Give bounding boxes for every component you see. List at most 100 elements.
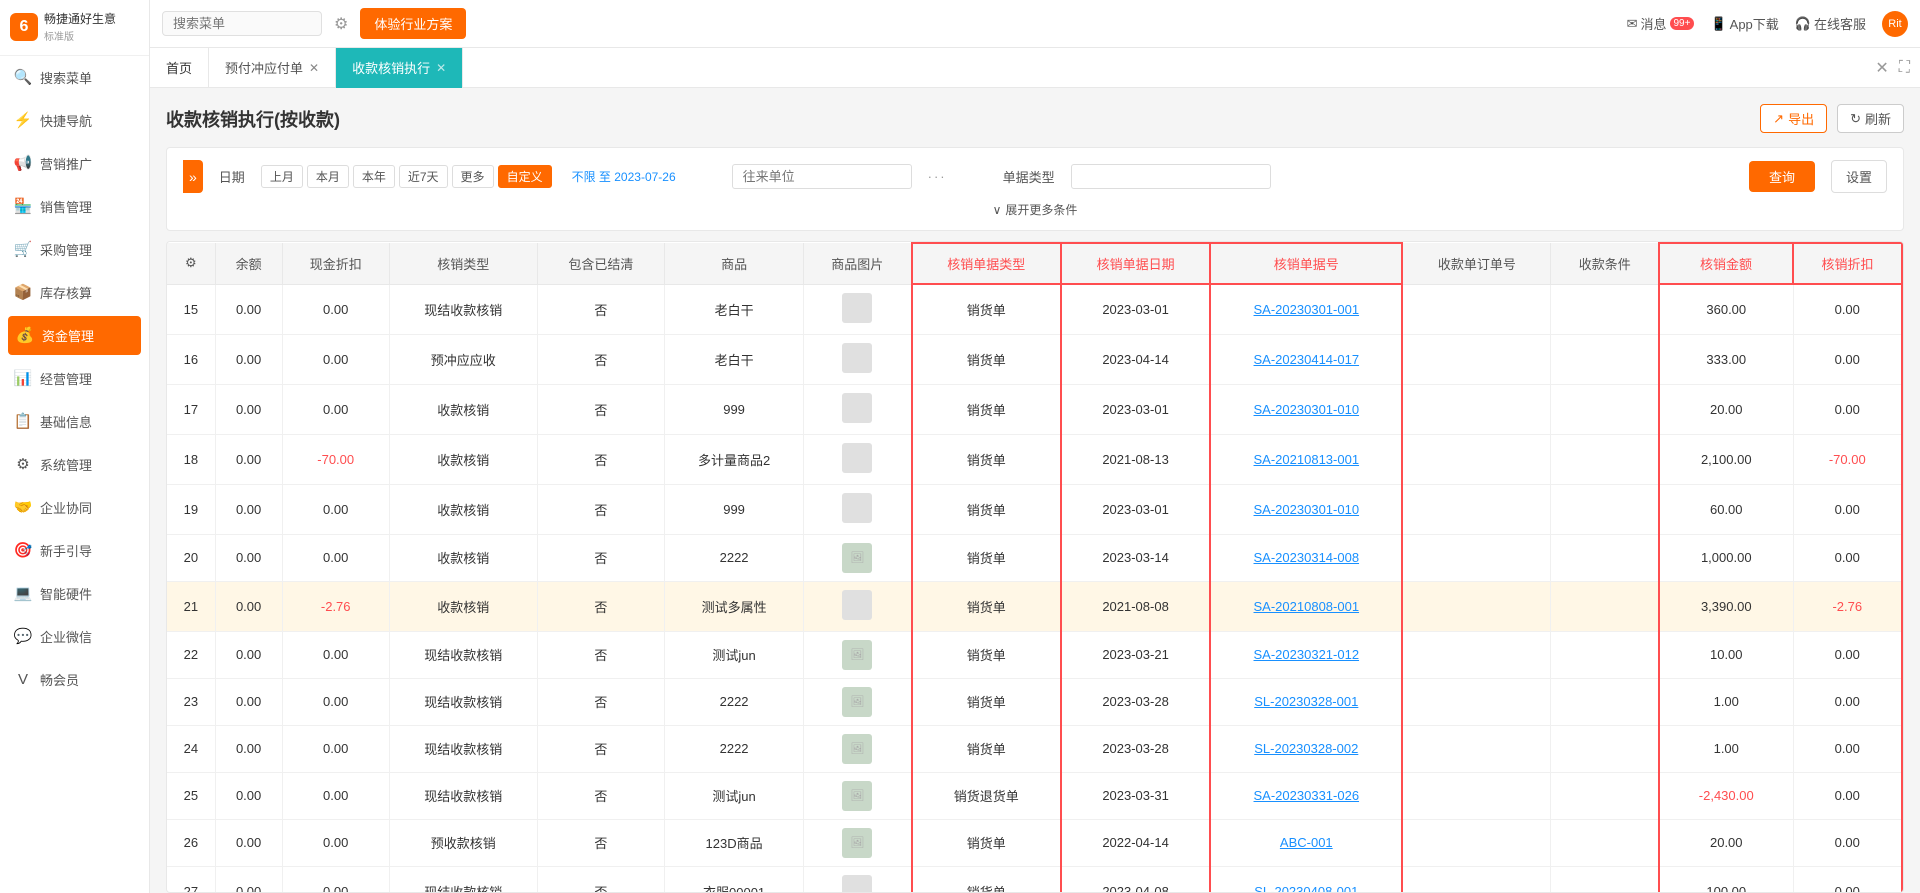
link-verify_bill_no[interactable]: SA-20230314-008 — [1254, 550, 1360, 565]
sidebar-item-system[interactable]: ⚙系统管理 — [0, 443, 149, 486]
cell-verify_discount: 0.00 — [1793, 631, 1902, 678]
cell-verify_bill_no[interactable]: SL-20230328-001 — [1210, 678, 1402, 725]
sidebar-item-member[interactable]: V畅会员 — [0, 658, 149, 701]
sidebar-item-purchase[interactable]: 🛒采购管理 — [0, 228, 149, 271]
cell-verify_bill_no[interactable]: SA-20210808-001 — [1210, 581, 1402, 631]
tab-close-all-icon[interactable]: ✕ — [1875, 58, 1888, 78]
cell-verify_bill_no[interactable]: SA-20230321-012 — [1210, 631, 1402, 678]
sidebar-item-sales[interactable]: 🏪销售管理 — [0, 185, 149, 228]
date-btn-custom[interactable]: 自定义 — [498, 165, 552, 188]
cell-verify_amount: 1.00 — [1659, 678, 1793, 725]
tab-collection[interactable]: 收款核销执行 ✕ — [336, 48, 463, 88]
sidebar-item-basic[interactable]: 📋基础信息 — [0, 400, 149, 443]
message-area[interactable]: ✉ 消息 99+ — [1627, 14, 1695, 33]
link-verify_bill_no[interactable]: SA-20230414-017 — [1254, 352, 1360, 367]
sidebar-item-hardware[interactable]: 💻智能硬件 — [0, 572, 149, 615]
settings-button[interactable]: 设置 — [1831, 160, 1887, 193]
tab-expand-icon[interactable]: ⛶ — [1899, 59, 1910, 77]
gear-icon[interactable]: ⚙ — [334, 14, 348, 34]
online-service-link[interactable]: 🎧 在线客服 — [1795, 14, 1866, 33]
expand-more-btn[interactable]: ∨ 展开更多条件 — [183, 201, 1887, 218]
cell-balance: 0.00 — [215, 434, 282, 484]
cell-include_settled: 否 — [537, 725, 665, 772]
message-icon: ✉ — [1627, 16, 1638, 32]
cell-verify_bill_no[interactable]: SA-20230301-001 — [1210, 284, 1402, 334]
cell-verify_bill_no[interactable]: SA-20230301-010 — [1210, 384, 1402, 434]
inventory-icon: 📦 — [14, 283, 32, 301]
date-btn-more[interactable]: 更多 — [452, 165, 494, 188]
sidebar-item-search[interactable]: 🔍搜索菜单 — [0, 56, 149, 99]
product-image — [842, 493, 872, 523]
cell-verify_bill_no[interactable]: SL-20230408-001 — [1210, 866, 1402, 893]
cell-verify_bill_date: 2023-03-21 — [1061, 631, 1210, 678]
col-header-verify_type: 核销类型 — [389, 243, 537, 284]
date-range-display: 不限 至 2023-07-26 — [572, 168, 676, 185]
tab-prepay[interactable]: 预付冲应付单 ✕ — [209, 48, 336, 88]
cell-verify_amount: 20.00 — [1659, 819, 1793, 866]
link-verify_bill_no[interactable]: SA-20230301-010 — [1254, 402, 1360, 417]
sidebar-item-guide[interactable]: 🎯新手引导 — [0, 529, 149, 572]
cell-verify_bill_no[interactable]: SA-20230301-010 — [1210, 484, 1402, 534]
date-btn-this-month[interactable]: 本月 — [307, 165, 349, 188]
cell-verify_bill_no[interactable]: ABC-001 — [1210, 819, 1402, 866]
cell-balance: 0.00 — [215, 484, 282, 534]
data-table-container: ⚙余额现金折扣核销类型包含已结清商品商品图片核销单据类型核销单据日期核销单据号收… — [166, 241, 1904, 893]
link-verify_bill_no[interactable]: SL-20230328-002 — [1254, 741, 1358, 756]
counterparty-input[interactable] — [732, 164, 912, 189]
cell-include_settled: 否 — [537, 284, 665, 334]
cell-verify_bill_no[interactable]: SA-20210813-001 — [1210, 434, 1402, 484]
link-verify_bill_no[interactable]: ABC-001 — [1280, 835, 1333, 850]
sidebar-item-finance[interactable]: 💰资金管理 — [8, 316, 141, 355]
tab-home[interactable]: 首页 — [150, 48, 209, 88]
purchase-icon: 🛒 — [14, 240, 32, 258]
cell-cash_discount: 0.00 — [282, 819, 389, 866]
export-icon: ↗ — [1773, 111, 1784, 127]
cell-verify_bill_no[interactable]: SA-20230414-017 — [1210, 334, 1402, 384]
date-btn-this-year[interactable]: 本年 — [353, 165, 395, 188]
counterparty-search-icon[interactable]: ··· — [928, 169, 947, 184]
export-button[interactable]: ↗ 导出 — [1760, 104, 1827, 133]
query-button[interactable]: 查询 — [1749, 161, 1815, 192]
link-verify_bill_no[interactable]: SA-20230301-001 — [1254, 302, 1360, 317]
sidebar-item-inventory[interactable]: 📦库存核算 — [0, 271, 149, 314]
cell-verify_discount: 0.00 — [1793, 678, 1902, 725]
col-header-balance: 余额 — [215, 243, 282, 284]
cell-cash_discount: -2.76 — [282, 581, 389, 631]
link-verify_bill_no[interactable]: SL-20230408-001 — [1254, 884, 1358, 893]
voucher-type-select[interactable] — [1071, 164, 1271, 189]
refresh-button[interactable]: ↻ 刷新 — [1837, 104, 1904, 133]
cell-verify_bill_no[interactable]: SA-20230331-026 — [1210, 772, 1402, 819]
date-btn-last-month[interactable]: 上月 — [261, 165, 303, 188]
link-verify_bill_no[interactable]: SA-20230331-026 — [1254, 788, 1360, 803]
cell-product_img — [803, 866, 911, 893]
link-verify_bill_no[interactable]: SA-20230321-012 — [1254, 647, 1360, 662]
collapse-button[interactable]: » — [183, 160, 203, 193]
cell-verify_bill_no[interactable]: SL-20230328-002 — [1210, 725, 1402, 772]
sidebar-item-operation[interactable]: 📊经营管理 — [0, 357, 149, 400]
date-btn-7days[interactable]: 近7天 — [399, 165, 448, 188]
cell-verify_bill_no[interactable]: SA-20230314-008 — [1210, 534, 1402, 581]
member-icon: V — [14, 670, 32, 688]
user-avatar[interactable]: Rit — [1882, 11, 1908, 37]
sidebar-item-wechat[interactable]: 💬企业微信 — [0, 615, 149, 658]
cell-include_settled: 否 — [537, 581, 665, 631]
cell-balance: 0.00 — [215, 334, 282, 384]
link-verify_bill_no[interactable]: SL-20230328-001 — [1254, 694, 1358, 709]
tab-close-collection[interactable]: ✕ — [436, 61, 446, 75]
cell-verify_bill_date: 2021-08-08 — [1061, 581, 1210, 631]
system-icon: ⚙ — [14, 455, 32, 473]
solution-button[interactable]: 体验行业方案 — [360, 8, 466, 39]
link-verify_bill_no[interactable]: SA-20230301-010 — [1254, 502, 1360, 517]
cell-collection_order_no — [1402, 725, 1551, 772]
sidebar-item-enterprise[interactable]: 🤝企业协同 — [0, 486, 149, 529]
cell-collection_order_no — [1402, 866, 1551, 893]
tab-close-prepay[interactable]: ✕ — [309, 61, 319, 75]
link-verify_bill_no[interactable]: SA-20210808-001 — [1254, 599, 1360, 614]
table-row: 210.00-2.76收款核销否测试多属性销货单2021-08-08SA-202… — [167, 581, 1902, 631]
link-verify_bill_no[interactable]: SA-20210813-001 — [1254, 452, 1360, 467]
sidebar-item-quick-nav[interactable]: ⚡快捷导航 — [0, 99, 149, 142]
search-input[interactable] — [162, 11, 322, 36]
app-download-link[interactable]: 📱 App下载 — [1710, 14, 1778, 33]
operation-icon: 📊 — [14, 369, 32, 387]
sidebar-item-marketing[interactable]: 📢营销推广 — [0, 142, 149, 185]
